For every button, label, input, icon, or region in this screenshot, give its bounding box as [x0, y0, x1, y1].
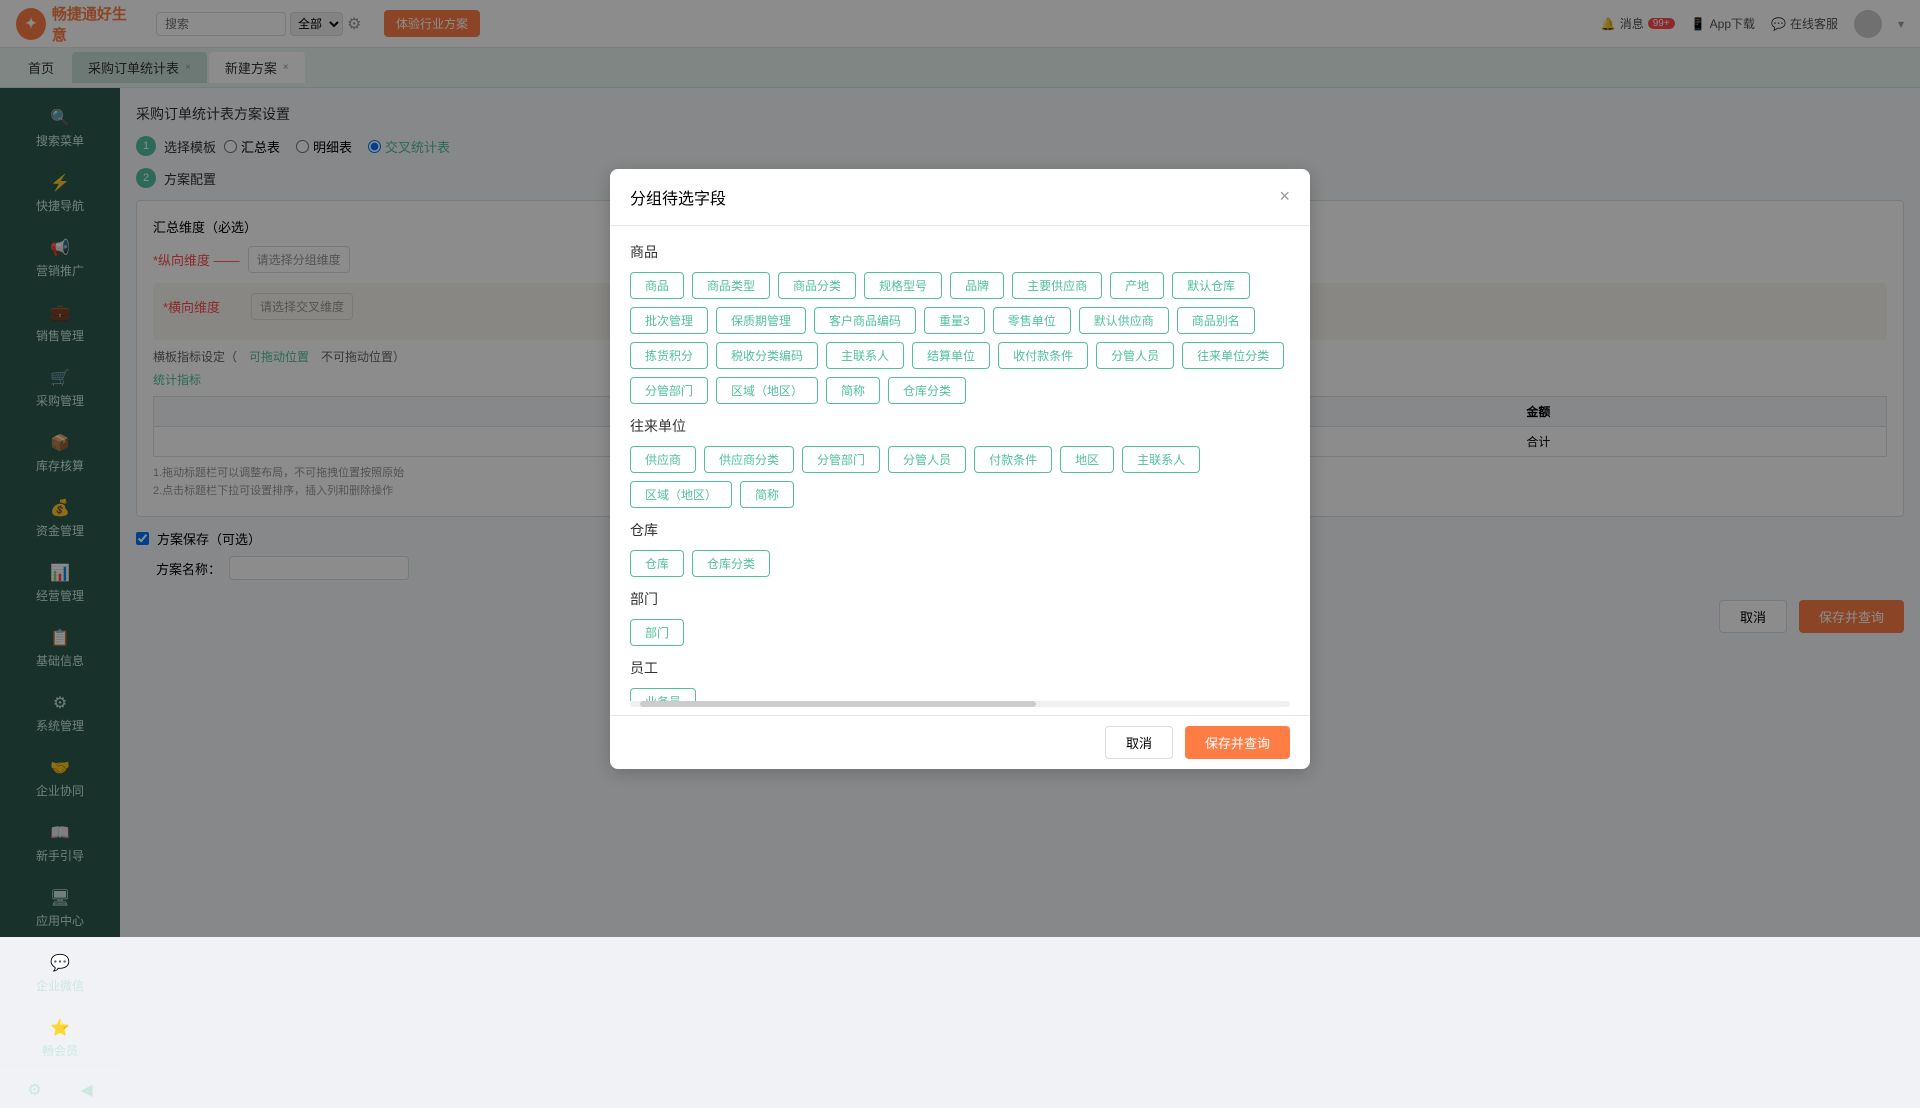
modal-body: 商品 商品 商品类型 商品分类 规格型号 品牌 主要供应商 产地 默认仓库 批次… [610, 226, 1310, 701]
field-partner-contact[interactable]: 主联系人 [1122, 446, 1200, 473]
section-warehouse: 仓库 [630, 520, 1290, 540]
field-retail-unit[interactable]: 零售单位 [993, 307, 1071, 334]
modal-header: 分组待选字段 × [610, 169, 1310, 226]
vip-icon: ⭐ [50, 1018, 70, 1038]
modal-overlay: 分组待选字段 × 商品 商品 商品类型 商品分类 规格型号 品牌 主要供应商 产… [0, 0, 1920, 937]
employee-fields: 业务员 [630, 688, 1290, 701]
partner-fields: 供应商 供应商分类 分管部门 分管人员 付款条件 地区 主联系人 区域（地区） … [630, 446, 1290, 508]
field-partner-abbr[interactable]: 简称 [740, 481, 794, 508]
field-customer-code[interactable]: 客户商品编码 [814, 307, 916, 334]
field-abbr[interactable]: 简称 [826, 377, 880, 404]
field-select-modal: 分组待选字段 × 商品 商品 商品类型 商品分类 规格型号 品牌 主要供应商 产… [610, 169, 1310, 769]
field-region[interactable]: 区域（地区） [716, 377, 818, 404]
warehouse-fields: 仓库 仓库分类 [630, 550, 1290, 577]
sidebar-bottom: ⚙ ◀ [0, 1071, 120, 1108]
field-spec-model[interactable]: 规格型号 [864, 272, 942, 299]
field-supervisor[interactable]: 分管人员 [1096, 342, 1174, 369]
field-product[interactable]: 商品 [630, 272, 684, 299]
modal-close-btn[interactable]: × [1279, 186, 1290, 207]
field-supplier-category[interactable]: 供应商分类 [704, 446, 794, 473]
field-partner-region[interactable]: 区域（地区） [630, 481, 732, 508]
field-pick-points[interactable]: 拣货积分 [630, 342, 708, 369]
modal-cancel-btn[interactable]: 取消 [1105, 726, 1173, 759]
field-brand[interactable]: 品牌 [950, 272, 1004, 299]
field-main-contact[interactable]: 主联系人 [826, 342, 904, 369]
field-settlement-unit[interactable]: 结算单位 [912, 342, 990, 369]
sidebar-vip-label: 畅会员 [42, 1042, 78, 1059]
section-product: 商品 [630, 242, 1290, 262]
hscroll-thumb [640, 701, 1036, 707]
field-wh-category[interactable]: 仓库分类 [888, 377, 966, 404]
field-department[interactable]: 部门 [630, 619, 684, 646]
field-partner-supervisor[interactable]: 分管人员 [888, 446, 966, 473]
field-main-supplier[interactable]: 主要供应商 [1012, 272, 1102, 299]
modal-save-btn[interactable]: 保存并查询 [1185, 726, 1290, 759]
sidebar-wechat-label: 企业微信 [36, 977, 84, 994]
field-partner-category[interactable]: 往来单位分类 [1182, 342, 1284, 369]
sidebar-collapse-icon[interactable]: ◀ [80, 1080, 92, 1100]
field-product-alias[interactable]: 商品别名 [1177, 307, 1255, 334]
sidebar-item-vip[interactable]: ⭐ 畅会员 [0, 1006, 120, 1071]
modal-footer: 取消 保存并查询 [610, 715, 1310, 769]
field-partner-dept[interactable]: 分管部门 [802, 446, 880, 473]
modal-hscroll[interactable] [630, 701, 1290, 707]
dept-fields: 部门 [630, 619, 1290, 646]
field-payment-cond[interactable]: 付款条件 [974, 446, 1052, 473]
field-payment-terms[interactable]: 收付款条件 [998, 342, 1088, 369]
field-warehouse[interactable]: 仓库 [630, 550, 684, 577]
field-expiry-mgmt[interactable]: 保质期管理 [716, 307, 806, 334]
field-tax-code[interactable]: 税收分类编码 [716, 342, 818, 369]
field-origin[interactable]: 产地 [1110, 272, 1164, 299]
field-weight[interactable]: 重量3 [924, 307, 985, 334]
field-default-warehouse[interactable]: 默认仓库 [1172, 272, 1250, 299]
field-default-supplier[interactable]: 默认供应商 [1079, 307, 1169, 334]
field-product-type[interactable]: 商品类型 [692, 272, 770, 299]
section-department: 部门 [630, 589, 1290, 609]
field-area[interactable]: 地区 [1060, 446, 1114, 473]
field-supplier[interactable]: 供应商 [630, 446, 696, 473]
field-salesperson[interactable]: 业务员 [630, 688, 696, 701]
section-employee: 员工 [630, 658, 1290, 678]
field-batch-mgmt[interactable]: 批次管理 [630, 307, 708, 334]
field-product-category[interactable]: 商品分类 [778, 272, 856, 299]
sidebar-item-wechat[interactable]: 💬 企业微信 [0, 941, 120, 1006]
section-partner: 往来单位 [630, 416, 1290, 436]
wechat-icon: 💬 [50, 953, 70, 973]
field-warehouse-cat[interactable]: 仓库分类 [692, 550, 770, 577]
product-fields: 商品 商品类型 商品分类 规格型号 品牌 主要供应商 产地 默认仓库 批次管理 … [630, 272, 1290, 404]
field-dept[interactable]: 分管部门 [630, 377, 708, 404]
modal-title: 分组待选字段 [630, 185, 726, 209]
sidebar-settings-icon[interactable]: ⚙ [27, 1080, 41, 1100]
